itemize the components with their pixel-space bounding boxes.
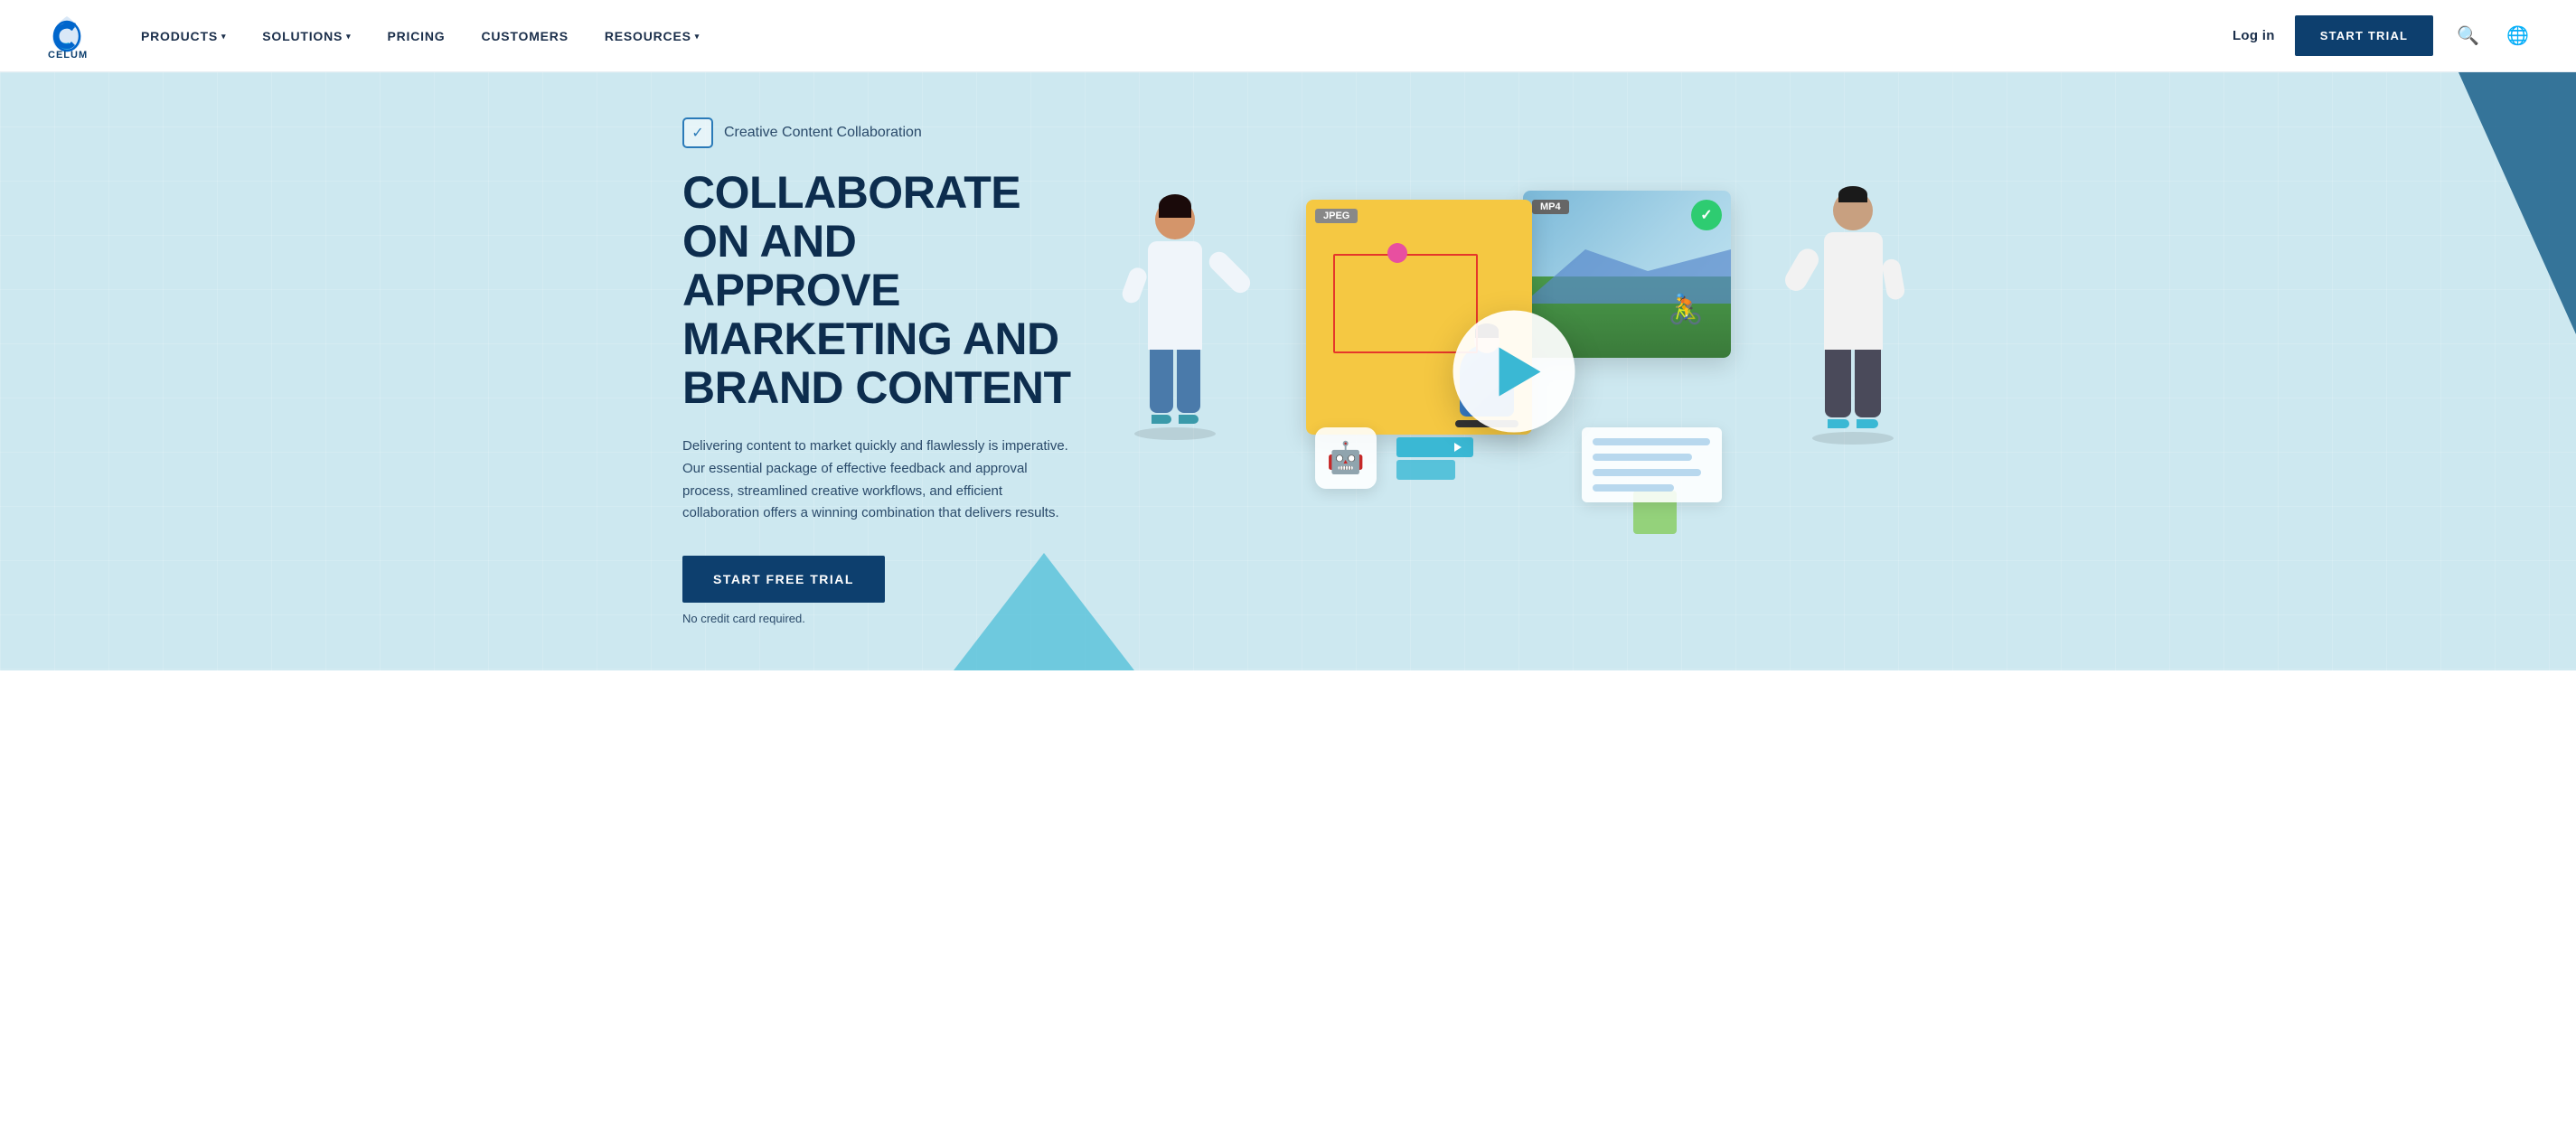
pink-dot-annotation	[1387, 243, 1407, 263]
woman-figure	[1134, 200, 1216, 440]
hero-badge: ✓ Creative Content Collaboration	[682, 117, 1098, 148]
man-body	[1824, 232, 1883, 350]
search-button[interactable]: 🔍	[2453, 21, 2483, 51]
badge-checkbox-icon: ✓	[682, 117, 713, 148]
play-triangle-icon	[1499, 347, 1540, 396]
hero-illustration: JPEG	[1134, 164, 1894, 579]
svg-text:CELUM: CELUM	[48, 50, 88, 60]
search-icon: 🔍	[2457, 24, 2479, 47]
woman-pants	[1150, 350, 1200, 413]
badge-text: Creative Content Collaboration	[724, 125, 922, 141]
nav-item-customers[interactable]: CUSTOMERS	[463, 0, 586, 72]
selection-rect	[1333, 254, 1478, 353]
navbar: CELUM PRODUCTS ▾ SOLUTIONS ▾ PRICING CUS…	[0, 0, 2576, 72]
hero-section: ✓ Creative Content Collaboration COLLABO…	[0, 72, 2576, 670]
man-shadow	[1812, 432, 1894, 445]
jpeg-label-badge: JPEG	[1315, 209, 1358, 223]
woman-head	[1155, 200, 1195, 239]
man-head	[1833, 191, 1873, 230]
nav-item-pricing[interactable]: PRICING	[370, 0, 464, 72]
woman-body	[1148, 241, 1202, 350]
hero-cta-area: START FREE TRIAL No credit card required…	[682, 556, 1098, 625]
media-interface: JPEG	[1297, 191, 1731, 552]
celum-logo-icon: CELUM	[43, 13, 90, 60]
bot-card: 🤖	[1315, 427, 1377, 489]
globe-icon: 🌐	[2506, 24, 2529, 47]
cta-note: No credit card required.	[682, 612, 805, 625]
chevron-down-icon: ▾	[221, 32, 226, 42]
chevron-down-icon: ▾	[695, 32, 700, 42]
login-button[interactable]: Log in	[2233, 28, 2275, 43]
man-arm-left	[1781, 245, 1822, 295]
content-panel	[1582, 427, 1722, 502]
flow-connector-2	[1396, 460, 1455, 480]
logo-link[interactable]: CELUM	[43, 13, 90, 60]
green-check-circle: ✓	[1691, 200, 1722, 230]
man-hair	[1838, 186, 1867, 202]
language-button[interactable]: 🌐	[2503, 21, 2533, 51]
man-pants	[1825, 350, 1881, 417]
triangle-decoration-right	[2458, 72, 2576, 334]
play-button[interactable]	[1453, 311, 1575, 433]
chevron-down-icon: ▾	[346, 32, 351, 42]
biker-figure: 🚴	[1668, 292, 1704, 326]
start-free-trial-button[interactable]: START FREE TRIAL	[682, 556, 885, 603]
woman-arm-right	[1205, 248, 1254, 296]
hero-description: Delivering content to market quickly and…	[682, 436, 1071, 525]
nav-item-resources[interactable]: RESOURCES ▾	[587, 0, 718, 72]
nav-right: Log in START TRIAL 🔍 🌐	[2233, 15, 2533, 56]
flow-connector-1	[1396, 437, 1473, 457]
hero-left: ✓ Creative Content Collaboration COLLABO…	[682, 117, 1098, 625]
man-figure	[1812, 191, 1894, 445]
hero-title: COLLABORATE ON AND APPROVE MARKETING AND…	[682, 168, 1098, 412]
nav-item-solutions[interactable]: SOLUTIONS ▾	[244, 0, 369, 72]
woman-arm-left	[1120, 266, 1149, 305]
man-arm-right	[1881, 258, 1906, 301]
woman-hair	[1159, 194, 1191, 218]
start-trial-button[interactable]: START TRIAL	[2295, 15, 2433, 56]
mp4-label-badge: MP4	[1532, 200, 1569, 214]
nav-links: PRODUCTS ▾ SOLUTIONS ▾ PRICING CUSTOMERS…	[123, 0, 2233, 72]
hero-content: ✓ Creative Content Collaboration COLLABO…	[610, 117, 1966, 625]
nav-item-products[interactable]: PRODUCTS ▾	[123, 0, 244, 72]
woman-shadow	[1134, 427, 1216, 440]
